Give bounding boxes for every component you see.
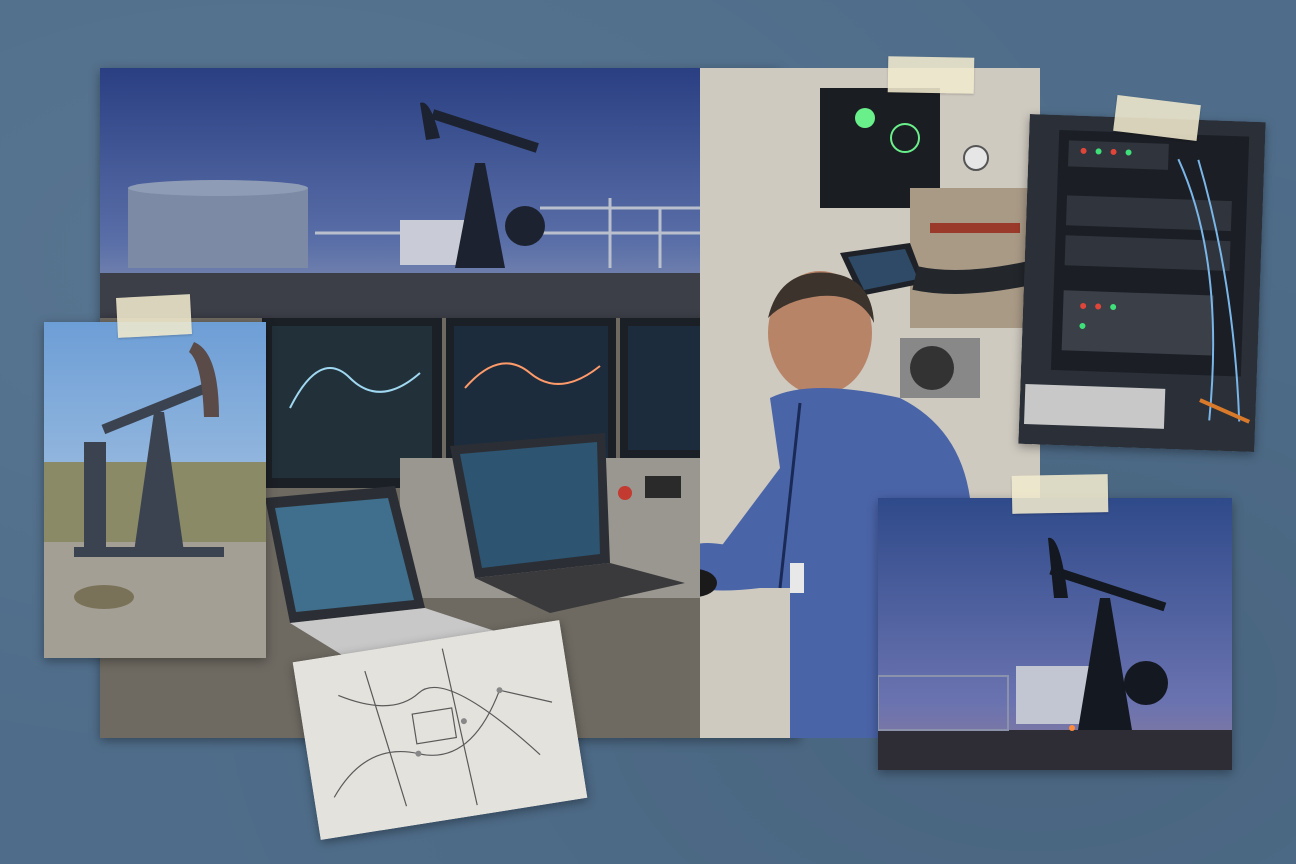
tape-strip <box>116 294 192 338</box>
storage-tank <box>128 188 308 268</box>
oil-field-dusk-photo <box>100 68 780 318</box>
server-rack-photo <box>1018 113 1266 453</box>
tape-strip <box>1011 474 1109 514</box>
pumpjack-twilight-photo <box>878 498 1232 770</box>
tape-strip <box>887 56 975 94</box>
pumpjack-desert-photo <box>44 322 266 658</box>
